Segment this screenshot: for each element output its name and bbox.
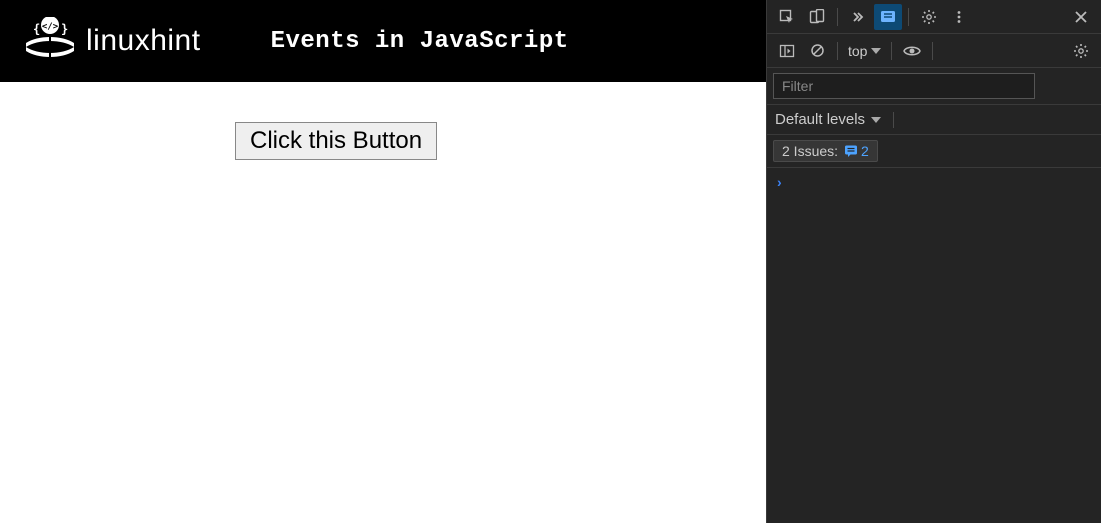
filter-input[interactable] [773, 73, 1035, 99]
devtools-panel: top Default levels 2 Issues: 2 [766, 0, 1101, 523]
svg-text:{: { [33, 22, 40, 36]
live-expression-eye-icon[interactable] [898, 38, 926, 64]
context-label: top [848, 43, 867, 59]
inspect-element-icon[interactable] [773, 4, 801, 30]
filter-row [767, 68, 1101, 105]
log-levels-selector[interactable]: Default levels [767, 105, 1101, 135]
console-prompt-caret-icon: › [775, 174, 782, 190]
levels-label: Default levels [775, 111, 865, 128]
kebab-menu-icon[interactable] [945, 4, 973, 30]
console-toolbar: top [767, 34, 1101, 68]
message-icon [844, 144, 858, 158]
issues-label: 2 Issues: [782, 143, 838, 159]
issue-badge: 2 [844, 143, 869, 159]
page-content: { } </> linuxhint Events in JavaScript C… [0, 0, 766, 523]
separator [908, 8, 909, 26]
linuxhint-logo-icon: { } </> [20, 17, 80, 65]
separator [837, 8, 838, 26]
issues-chip[interactable]: 2 Issues: 2 [773, 140, 878, 162]
svg-text:}: } [61, 22, 68, 36]
devtools-tabbar [767, 0, 1101, 34]
chevron-down-icon [871, 117, 881, 123]
separator [893, 112, 894, 128]
click-this-button[interactable]: Click this Button [235, 122, 437, 160]
separator [932, 42, 933, 60]
site-logo: { } </> linuxhint [20, 17, 201, 65]
close-devtools-icon[interactable] [1067, 4, 1095, 30]
chevron-down-icon [871, 48, 881, 54]
separator [837, 42, 838, 60]
page-body: Click this Button [0, 82, 766, 523]
page-header: { } </> linuxhint Events in JavaScript [0, 0, 766, 82]
separator [891, 42, 892, 60]
issues-count: 2 [861, 143, 869, 159]
logo-text: linuxhint [86, 24, 201, 58]
console-output[interactable]: › [767, 168, 1101, 523]
sidebar-toggle-icon[interactable] [773, 38, 801, 64]
device-toggle-icon[interactable] [803, 4, 831, 30]
issues-row: 2 Issues: 2 [767, 135, 1101, 168]
svg-text:</>: </> [42, 22, 59, 32]
settings-gear-icon[interactable] [915, 4, 943, 30]
context-selector[interactable]: top [844, 43, 885, 59]
console-tab-icon[interactable] [874, 4, 902, 30]
more-tabs-icon[interactable] [844, 4, 872, 30]
console-settings-gear-icon[interactable] [1067, 38, 1095, 64]
clear-console-icon[interactable] [803, 38, 831, 64]
page-title: Events in JavaScript [271, 28, 569, 55]
